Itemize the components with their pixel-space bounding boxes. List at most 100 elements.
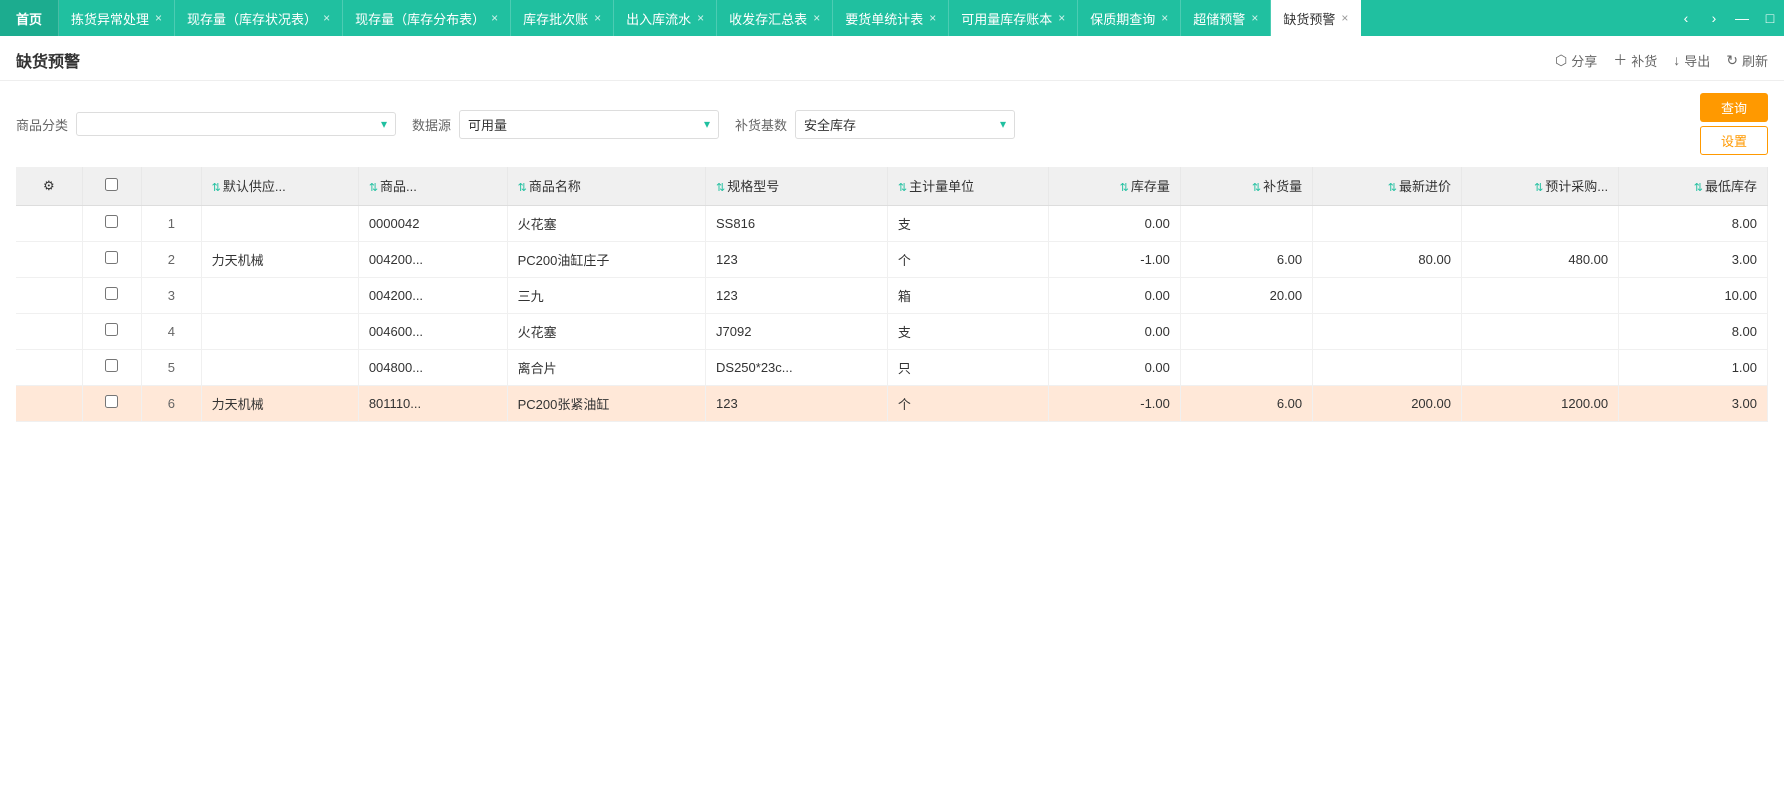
table-row: 5 004800... 离合片 DS250*23c... 只 0.00 1.00 (16, 349, 1768, 385)
row-spec-1: 123 (706, 241, 888, 277)
tab-prev-btn[interactable]: ‹ (1672, 0, 1700, 36)
export-icon: ↓ (1673, 52, 1680, 68)
replenish-button[interactable]: ＋ 补货 (1613, 50, 1657, 70)
row-stock-4: 0.00 (1048, 349, 1180, 385)
tab-label-inventory-dist: 现存量（库存分布表） (355, 9, 485, 28)
tab-close-available-ledger[interactable]: × (1058, 11, 1065, 25)
tab-close-collect-summary[interactable]: × (813, 11, 820, 25)
row-replenish-2: 20.00 (1180, 277, 1312, 313)
tab-shortage[interactable]: 缺货预警× (1271, 0, 1361, 36)
tab-close-batch-account[interactable]: × (594, 11, 601, 25)
row-num-4: 5 (142, 349, 202, 385)
gear-icon: ⚙ (43, 178, 55, 193)
category-select[interactable]: ▾ (76, 112, 396, 136)
tab-collect-summary[interactable]: 收发存汇总表 × (717, 0, 833, 36)
row-check-3[interactable] (82, 313, 142, 349)
refresh-button[interactable]: ↻ 刷新 (1726, 51, 1768, 70)
tab-inventory-dist[interactable]: 现存量（库存分布表） × (343, 0, 511, 36)
replenish-base-select[interactable]: 安全库存 ▾ (795, 110, 1015, 139)
tab-label-collect-summary: 收发存汇总表 (729, 9, 807, 28)
row-checkbox-5[interactable] (105, 395, 118, 408)
row-replenish-1: 6.00 (1180, 241, 1312, 277)
col-replenish[interactable]: ⇅补货量 (1180, 167, 1312, 205)
row-spec-4: DS250*23c... (706, 349, 888, 385)
tab-inout-flow[interactable]: 出入库流水× (614, 0, 717, 36)
datasource-select[interactable]: 可用量 ▾ (459, 110, 719, 139)
row-check-0[interactable] (82, 205, 142, 241)
replenish-base-chevron-icon: ▾ (1000, 117, 1006, 131)
tab-maximize-btn[interactable]: □ (1756, 0, 1784, 36)
query-button[interactable]: 查询 (1700, 93, 1768, 122)
select-all-checkbox[interactable] (105, 178, 118, 191)
category-label: 商品分类 (16, 115, 68, 134)
row-est-purchase-2 (1461, 277, 1618, 313)
tab-home[interactable]: 首页 (0, 0, 59, 36)
tab-next-btn[interactable]: › (1700, 0, 1728, 36)
row-latest-price-0 (1313, 205, 1462, 241)
tab-close-inventory-dist[interactable]: × (491, 11, 498, 25)
header-actions: ⬡ 分享 ＋ 补货 ↓ 导出 ↻ 刷新 (1555, 50, 1768, 70)
col-settings[interactable]: ⚙ (16, 167, 82, 205)
row-checkbox-1[interactable] (105, 251, 118, 264)
tab-close-overstock[interactable]: × (1251, 11, 1258, 25)
col-code[interactable]: ⇅商品... (358, 167, 507, 205)
tab-order-stats[interactable]: 要货单统计表× (833, 0, 949, 36)
tab-minimize-btn[interactable]: — (1728, 0, 1756, 36)
tab-overstock[interactable]: 超储预警× (1181, 0, 1271, 36)
col-spec[interactable]: ⇅规格型号 (706, 167, 888, 205)
row-code-0: 0000042 (358, 205, 507, 241)
row-min-stock-1: 3.00 (1619, 241, 1768, 277)
row-settings-2 (16, 277, 82, 313)
row-check-5[interactable] (82, 385, 142, 421)
row-check-1[interactable] (82, 241, 142, 277)
name-sort-icon: ⇅ (518, 182, 527, 194)
stock-sort-icon: ⇅ (1120, 182, 1129, 194)
share-button[interactable]: ⬡ 分享 (1555, 51, 1597, 70)
row-supplier-4 (201, 349, 358, 385)
datasource-filter-group: 数据源 可用量 ▾ (412, 110, 719, 139)
row-est-purchase-5: 1200.00 (1461, 385, 1618, 421)
tab-inventory-status[interactable]: 现存量（库存状况表）× (175, 0, 343, 36)
row-spec-2: 123 (706, 277, 888, 313)
tab-batch-account[interactable]: 库存批次账 × (511, 0, 614, 36)
tab-expiry-query[interactable]: 保质期查询× (1078, 0, 1181, 36)
row-checkbox-0[interactable] (105, 215, 118, 228)
settings-button[interactable]: 设置 (1700, 126, 1768, 155)
row-check-4[interactable] (82, 349, 142, 385)
col-supplier[interactable]: ⇅默认供应... (201, 167, 358, 205)
tab-label-home: 首页 (16, 9, 42, 28)
row-checkbox-2[interactable] (105, 287, 118, 300)
row-check-2[interactable] (82, 277, 142, 313)
tab-available-ledger[interactable]: 可用量库存账本× (949, 0, 1078, 36)
tab-close-shortage[interactable]: × (1341, 11, 1348, 25)
col-latest-price[interactable]: ⇅最新进价 (1313, 167, 1462, 205)
datasource-label: 数据源 (412, 115, 451, 134)
row-spec-5: 123 (706, 385, 888, 421)
replenish-sort-icon: ⇅ (1252, 182, 1261, 194)
row-code-3: 004600... (358, 313, 507, 349)
col-unit[interactable]: ⇅主计量单位 (887, 167, 1048, 205)
tab-exception[interactable]: 拣货异常处理× (59, 0, 175, 36)
col-min-stock[interactable]: ⇅最低库存 (1619, 167, 1768, 205)
row-stock-5: -1.00 (1048, 385, 1180, 421)
row-supplier-3 (201, 313, 358, 349)
filter-actions: 查询 设置 (1700, 93, 1768, 155)
row-checkbox-3[interactable] (105, 323, 118, 336)
tab-close-exception[interactable]: × (155, 11, 162, 25)
tab-label-batch-account: 库存批次账 (523, 9, 588, 28)
row-checkbox-4[interactable] (105, 359, 118, 372)
col-stock[interactable]: ⇅库存量 (1048, 167, 1180, 205)
tab-close-inventory-status[interactable]: × (323, 11, 330, 25)
tab-close-expiry-query[interactable]: × (1161, 11, 1168, 25)
row-supplier-5: 力天机械 (201, 385, 358, 421)
row-stock-2: 0.00 (1048, 277, 1180, 313)
page-title: 缺货预警 (16, 48, 1555, 72)
share-icon: ⬡ (1555, 52, 1567, 69)
col-est-purchase[interactable]: ⇅预计采购... (1461, 167, 1618, 205)
tab-close-inout-flow[interactable]: × (697, 11, 704, 25)
export-button[interactable]: ↓ 导出 (1673, 51, 1710, 70)
row-spec-3: J7092 (706, 313, 888, 349)
tab-close-order-stats[interactable]: × (929, 11, 936, 25)
col-name[interactable]: ⇅商品名称 (507, 167, 705, 205)
row-supplier-1: 力天机械 (201, 241, 358, 277)
